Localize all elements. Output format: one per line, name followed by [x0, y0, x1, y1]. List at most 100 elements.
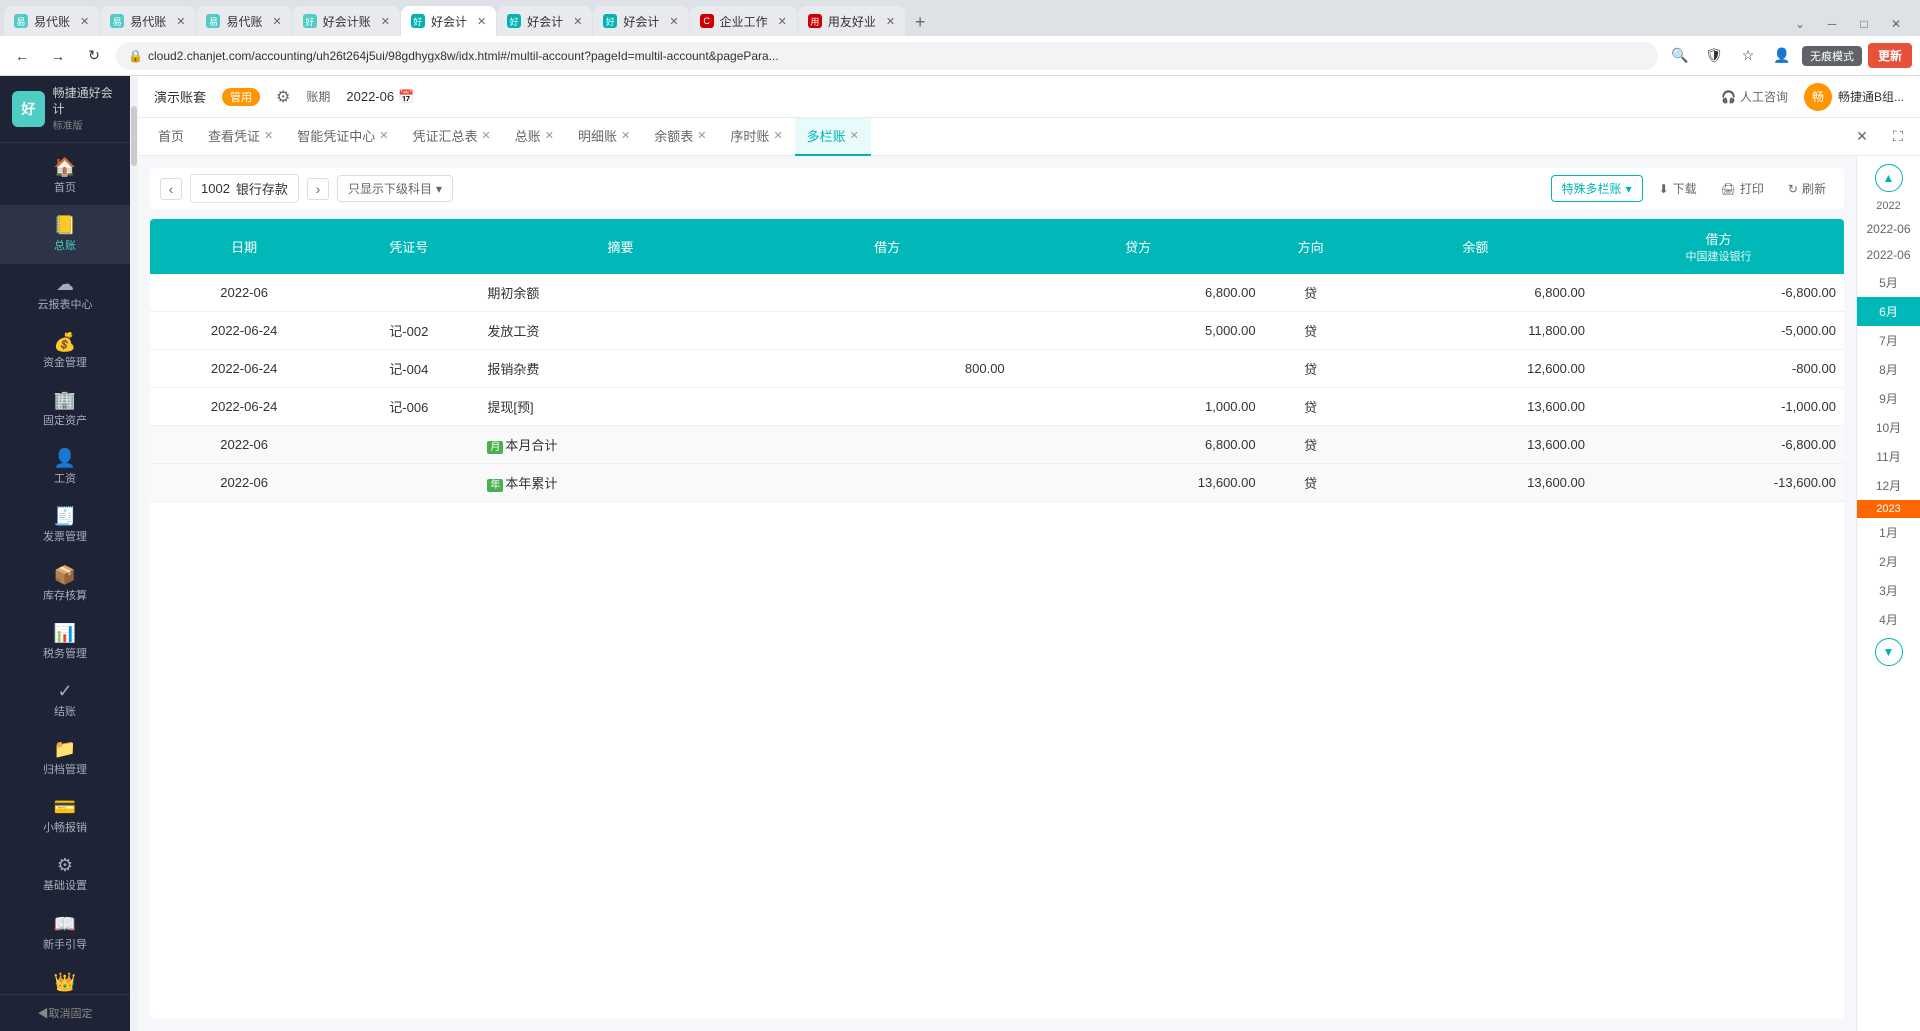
tab-multi-column-close[interactable]: ✕: [850, 129, 859, 142]
date-panel-item-mar[interactable]: 3月: [1857, 576, 1920, 605]
special-multicolumn-button[interactable]: 特殊多栏账 ▾: [1551, 175, 1643, 202]
sidebar-item-home[interactable]: 🏠 首页: [0, 147, 130, 205]
tab-close-7[interactable]: ✕: [669, 15, 678, 28]
sidebar-item-guide[interactable]: 📖 新手引导: [0, 904, 130, 962]
date-panel-item-apr[interactable]: 4月: [1857, 605, 1920, 634]
tab-6[interactable]: 好 好会计 ✕: [497, 6, 592, 36]
tab-sequence-ledger-close[interactable]: ✕: [773, 129, 782, 142]
sidebar-item-invoice[interactable]: 🧾 发票管理: [0, 496, 130, 554]
close-window-button[interactable]: ✕: [1884, 12, 1908, 36]
tab-list-button[interactable]: ⌄: [1788, 12, 1812, 36]
date-panel-item-jun[interactable]: 6月: [1857, 297, 1920, 326]
date-panel-item-sep[interactable]: 9月: [1857, 384, 1920, 413]
date-panel-item-may[interactable]: 5月: [1857, 268, 1920, 297]
date-panel-current-year[interactable]: 2023: [1857, 500, 1920, 518]
expand-page-button[interactable]: ⛶: [1884, 123, 1912, 151]
refresh-button[interactable]: ↻ 刷新: [1780, 176, 1834, 201]
incognito-button[interactable]: 无痕模式: [1802, 46, 1862, 66]
tab-close-9[interactable]: ✕: [886, 15, 895, 28]
tab-close-4[interactable]: ✕: [381, 15, 390, 28]
date-panel-item-oct[interactable]: 10月: [1857, 413, 1920, 442]
tab-balance-table-close[interactable]: ✕: [697, 129, 706, 142]
tab-1[interactable]: 易 易代账 ✕: [4, 6, 99, 36]
date-panel-item-nov[interactable]: 11月: [1857, 442, 1920, 471]
date-panel-up-arrow[interactable]: ▲: [1875, 164, 1903, 192]
tab-8[interactable]: C 企业工作 ✕: [690, 6, 797, 36]
tab-close-1[interactable]: ✕: [80, 15, 89, 28]
profile-button[interactable]: 👤: [1768, 42, 1796, 70]
tab-sequence-ledger[interactable]: 序时账 ✕: [718, 118, 794, 156]
subcategory-button[interactable]: 只显示下级科目 ▾: [337, 175, 453, 202]
back-button[interactable]: ←: [8, 42, 36, 70]
sidebar-item-closing[interactable]: ✓ 结账: [0, 671, 130, 729]
voucher-link[interactable]: 记-004: [389, 362, 428, 377]
search-browser-button[interactable]: 🔍: [1666, 42, 1694, 70]
tab-close-5[interactable]: ✕: [477, 15, 486, 28]
tab-smart-voucher[interactable]: 智能凭证中心 ✕: [285, 118, 400, 156]
tab-close-6[interactable]: ✕: [573, 15, 582, 28]
forward-button[interactable]: →: [44, 42, 72, 70]
prev-account-button[interactable]: ‹: [160, 178, 182, 200]
tab-multi-column[interactable]: 多栏账 ✕: [795, 118, 871, 156]
minimize-button[interactable]: ─: [1820, 12, 1844, 36]
tab-close-2[interactable]: ✕: [176, 15, 185, 28]
voucher-link[interactable]: 记-002: [389, 324, 428, 339]
pin-button[interactable]: ◀取消固定: [38, 1005, 93, 1021]
date-panel-item-jun-2022-2[interactable]: 2022-06: [1857, 242, 1920, 268]
sidebar-item-expense[interactable]: 💳 小畅报销: [0, 787, 130, 845]
date-panel-item-feb[interactable]: 2月: [1857, 547, 1920, 576]
sidebar-item-settings[interactable]: ⚙ 基础设置: [0, 845, 130, 903]
shield-browser-button[interactable]: 🛡: [1700, 42, 1728, 70]
user-info[interactable]: 畅 畅捷通B组...: [1804, 83, 1904, 111]
date-panel-item-jan[interactable]: 1月: [1857, 518, 1920, 547]
sidebar-item-funds[interactable]: 💰 资金管理: [0, 322, 130, 380]
sidebar-item-tax[interactable]: 📊 税务管理: [0, 613, 130, 671]
date-panel-item-aug[interactable]: 8月: [1857, 355, 1920, 384]
consult-button[interactable]: 🎧 人工咨询: [1721, 88, 1788, 105]
date-panel-down-arrow[interactable]: ▼: [1875, 638, 1903, 666]
tab-vouchers[interactable]: 查看凭证 ✕: [196, 118, 285, 156]
sidebar-scrollbar[interactable]: [130, 76, 138, 1031]
new-tab-button[interactable]: +: [906, 8, 934, 36]
sidebar-item-member[interactable]: 👑 畅会员: [0, 962, 130, 994]
maximize-button[interactable]: □: [1852, 12, 1876, 36]
tab-close-8[interactable]: ✕: [778, 15, 787, 28]
next-account-button[interactable]: ›: [307, 178, 329, 200]
tab-detail-ledger-close[interactable]: ✕: [621, 129, 630, 142]
tab-detail-ledger[interactable]: 明细账 ✕: [566, 118, 642, 156]
close-page-button[interactable]: ✕: [1848, 123, 1876, 151]
tab-3[interactable]: 易 易代账 ✕: [196, 6, 291, 36]
tab-close-3[interactable]: ✕: [272, 15, 281, 28]
bookmark-button[interactable]: ☆: [1734, 42, 1762, 70]
sidebar-item-cloud-report[interactable]: ☁ 云报表中心: [0, 264, 130, 322]
settings-icon[interactable]: ⚙: [276, 87, 290, 107]
tab-7[interactable]: 好 好会计 ✕: [593, 6, 688, 36]
tab-voucher-summary[interactable]: 凭证汇总表 ✕: [400, 118, 502, 156]
account-selector[interactable]: 1002 银行存款: [190, 174, 299, 203]
tab-balance-table[interactable]: 余额表 ✕: [642, 118, 718, 156]
url-bar[interactable]: 🔒 cloud2.chanjet.com/accounting/uh26t264…: [116, 42, 1658, 70]
date-panel-item-jun-2022-top[interactable]: 2022-06: [1857, 216, 1920, 242]
sidebar-item-archive[interactable]: 📁 归档管理: [0, 729, 130, 787]
tab-smart-voucher-close[interactable]: ✕: [379, 129, 388, 142]
sidebar-item-ledger[interactable]: 📒 总账: [0, 205, 130, 263]
voucher-link[interactable]: 记-006: [389, 400, 428, 415]
date-panel-item-jul[interactable]: 7月: [1857, 326, 1920, 355]
account-tag[interactable]: 管用: [222, 88, 260, 106]
period-value[interactable]: 2022-06 📅: [346, 89, 414, 105]
reload-button[interactable]: ↻: [80, 42, 108, 70]
sidebar-item-salary[interactable]: 👤 工资: [0, 438, 130, 496]
tab-9[interactable]: 用 用友好业 ✕: [798, 6, 905, 36]
tab-general-ledger-close[interactable]: ✕: [545, 129, 554, 142]
sidebar-item-inventory[interactable]: 📦 库存核算: [0, 555, 130, 613]
tab-5[interactable]: 好 好会计 ✕: [401, 6, 496, 36]
tab-general-ledger[interactable]: 总账 ✕: [503, 118, 566, 156]
tab-4[interactable]: 好 好会计账 ✕: [293, 6, 400, 36]
tab-2[interactable]: 易 易代账 ✕: [100, 6, 195, 36]
tab-voucher-summary-close[interactable]: ✕: [482, 129, 491, 142]
print-button[interactable]: 🖨 打印: [1713, 176, 1772, 201]
download-button[interactable]: ⬇ 下载: [1651, 176, 1705, 201]
date-panel-item-dec[interactable]: 12月: [1857, 471, 1920, 500]
update-button[interactable]: 更新: [1868, 43, 1912, 68]
sidebar-item-fixed-assets[interactable]: 🏢 固定资产: [0, 380, 130, 438]
